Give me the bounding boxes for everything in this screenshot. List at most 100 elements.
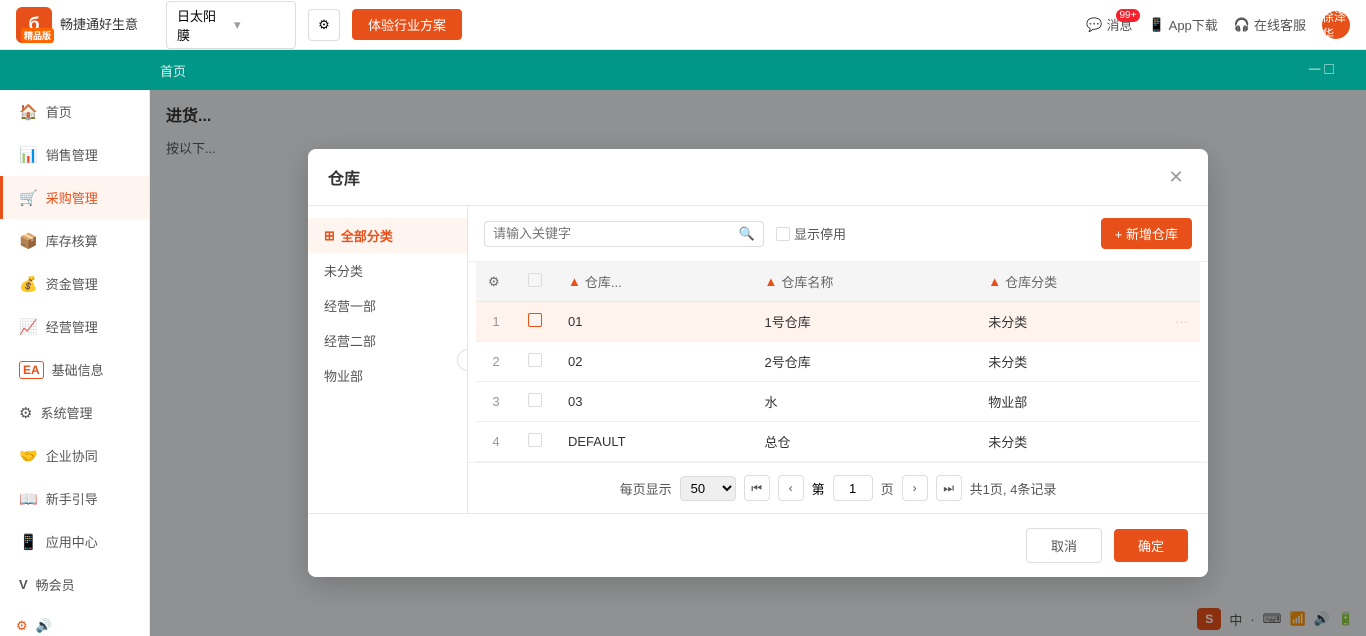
store-selector[interactable]: 日太阳膜 ▾ [166, 1, 296, 49]
sidebar-item-guide[interactable]: 📖 新手引导 [0, 477, 149, 520]
pagination: 每页显示 50 10 20 100 ⏮ ‹ 第 页 [468, 462, 1208, 513]
header-right: 💬 消息 99+ 📱 App下载 🎧 在线客服 徐泽华 [1086, 11, 1350, 39]
apps-icon: 📱 [19, 533, 38, 551]
sidebar-item-inventory[interactable]: 📦 库存核算 [0, 219, 149, 262]
search-input[interactable] [493, 226, 739, 241]
total-info: 共1页, 4条记录 [970, 479, 1057, 498]
th-category-label: 仓库分类 [1005, 272, 1057, 291]
system-icon: ⚙ [19, 404, 32, 422]
row-checkbox[interactable] [516, 342, 556, 382]
settings-button[interactable]: ⚙ [308, 9, 340, 41]
th-code-label: 仓库... [585, 272, 622, 291]
last-page-button[interactable]: ⏭ [936, 475, 962, 501]
enterprise-icon: 🤝 [19, 447, 38, 465]
sidebar-item-operations[interactable]: 📈 经营管理 [0, 305, 149, 348]
settings-bottom-icon[interactable]: ⚙ [16, 618, 28, 634]
next-page-button[interactable]: › [902, 475, 928, 501]
show-disabled-label: 显示停用 [794, 224, 846, 243]
user-menu[interactable]: 徐泽华 [1322, 11, 1350, 39]
industry-button[interactable]: 体验行业方案 [352, 9, 462, 40]
row-checkbox[interactable] [516, 422, 556, 462]
confirm-button[interactable]: 确定 [1114, 529, 1188, 562]
sidebar-label-apps: 应用中心 [46, 532, 98, 551]
sidebar-item-apps[interactable]: 📱 应用中心 [0, 520, 149, 563]
row-name: 水 [752, 382, 976, 422]
sidebar: 🏠 首页 📊 销售管理 🛒 采购管理 📦 库存核算 💰 资金管理 📈 经营管理 … [0, 90, 150, 636]
cancel-button[interactable]: 取消 [1026, 528, 1102, 563]
category-all-item[interactable]: ⊞ 全部分类 [308, 218, 467, 253]
row-checkbox[interactable] [516, 302, 556, 342]
sidebar-label-operations: 经营管理 [46, 317, 98, 336]
row-select-checkbox[interactable] [528, 393, 542, 407]
table-row[interactable]: 4 DEFAULT 总仓 未分类 [476, 422, 1200, 462]
row-code: 03 [556, 382, 752, 422]
page-size-select[interactable]: 50 10 20 100 [680, 476, 736, 501]
sidebar-item-system[interactable]: ⚙ 系统管理 [0, 391, 149, 434]
sidebar-label-system: 系统管理 [40, 403, 92, 422]
modal-footer: 取消 确定 [308, 513, 1208, 577]
sidebar-item-sales[interactable]: 📊 销售管理 [0, 133, 149, 176]
row-select-checkbox[interactable] [528, 433, 542, 447]
logo-text: 畅捷通好生意 [60, 17, 138, 33]
sidebar-label-finance: 资金管理 [46, 274, 98, 293]
maximize-button[interactable]: □ [1324, 61, 1334, 79]
show-disabled-checkbox[interactable]: 显示停用 [776, 224, 846, 243]
sidebar-item-finance[interactable]: 💰 资金管理 [0, 262, 149, 305]
sub-header: 首页 ─ □ [0, 50, 1366, 90]
sidebar-item-purchase[interactable]: 🛒 采购管理 [0, 176, 149, 219]
modal-header: 仓库 ✕ [308, 149, 1208, 206]
category-item-ops2[interactable]: 经营二部 [308, 323, 467, 358]
purchase-icon: 🛒 [19, 189, 38, 207]
settings-icon[interactable]: ⚙ [488, 274, 500, 289]
online-service-button[interactable]: 🎧 在线客服 [1234, 15, 1306, 34]
th-checkbox [516, 262, 556, 302]
row-category: 未分类 [976, 342, 1200, 381]
grid-icon: ⊞ [324, 228, 335, 244]
th-category: ▲ 仓库分类 [976, 262, 1200, 302]
sidebar-item-enterprise[interactable]: 🤝 企业协同 [0, 434, 149, 477]
add-warehouse-button[interactable]: + 新增仓库 [1101, 218, 1192, 249]
table-row[interactable]: 1 01 1号仓库 未分类 ··· [476, 302, 1200, 342]
first-page-button[interactable]: ⏮ [744, 475, 770, 501]
row-code: DEFAULT [556, 422, 752, 462]
category-item-ops1[interactable]: 经营一部 [308, 288, 467, 323]
row-select-checkbox[interactable] [528, 353, 542, 367]
top-header: б 精品版 畅捷通好生意 日太阳膜 ▾ ⚙ 体验行业方案 💬 消息 99+ 📱 … [0, 0, 1366, 50]
speaker-icon[interactable]: 🔊 [36, 618, 52, 634]
row-category: 未分类 [976, 422, 1200, 461]
message-icon: 💬 [1086, 17, 1102, 33]
row-more-actions[interactable]: ··· [1175, 314, 1188, 329]
main-layout: 🏠 首页 📊 销售管理 🛒 采购管理 📦 库存核算 💰 资金管理 📈 经营管理 … [0, 90, 1366, 636]
finance-icon: 💰 [19, 275, 38, 293]
table-row[interactable]: 2 02 2号仓库 未分类 [476, 342, 1200, 382]
th-name-label: 仓库名称 [781, 272, 833, 291]
modal-body: ⊞ 全部分类 未分类 经营一部 经营二部 物业部 《 [308, 206, 1208, 513]
app-download-button[interactable]: 📱 App下载 [1148, 15, 1217, 34]
select-all-checkbox[interactable] [528, 273, 542, 287]
modal-overlay: 仓库 ✕ ⊞ 全部分类 未分类 经营一部 经营二部 物业部 [150, 90, 1366, 636]
category-item-unclassified[interactable]: 未分类 [308, 253, 467, 288]
table-row[interactable]: 3 03 水 物业部 [476, 382, 1200, 422]
store-name: 日太阳膜 [177, 6, 228, 44]
modal-close-button[interactable]: ✕ [1164, 165, 1188, 189]
search-icon[interactable]: 🔍 [739, 226, 755, 242]
minimize-button[interactable]: ─ [1309, 61, 1320, 79]
prev-page-button[interactable]: ‹ [778, 475, 804, 501]
row-name: 2号仓库 [752, 342, 976, 382]
avatar: 徐泽华 [1322, 11, 1350, 39]
sales-icon: 📊 [19, 146, 38, 164]
message-button[interactable]: 💬 消息 99+ [1086, 15, 1132, 34]
page-number-input[interactable] [833, 475, 873, 501]
sidebar-item-member[interactable]: V 畅会员 [0, 563, 149, 606]
sidebar-item-home[interactable]: 🏠 首页 [0, 90, 149, 133]
sidebar-item-basic-info[interactable]: EA 基础信息 [0, 348, 149, 391]
breadcrumb-home[interactable]: 首页 [160, 61, 186, 80]
category-item-property[interactable]: 物业部 [308, 358, 467, 393]
sidebar-label-member: 畅会员 [36, 575, 75, 594]
category-all-label: 全部分类 [341, 226, 393, 245]
page-label: 页 [881, 479, 894, 498]
row-select-checkbox[interactable] [528, 313, 542, 327]
sidebar-label-guide: 新手引导 [46, 489, 98, 508]
disabled-checkbox[interactable] [776, 227, 790, 241]
row-checkbox[interactable] [516, 382, 556, 422]
